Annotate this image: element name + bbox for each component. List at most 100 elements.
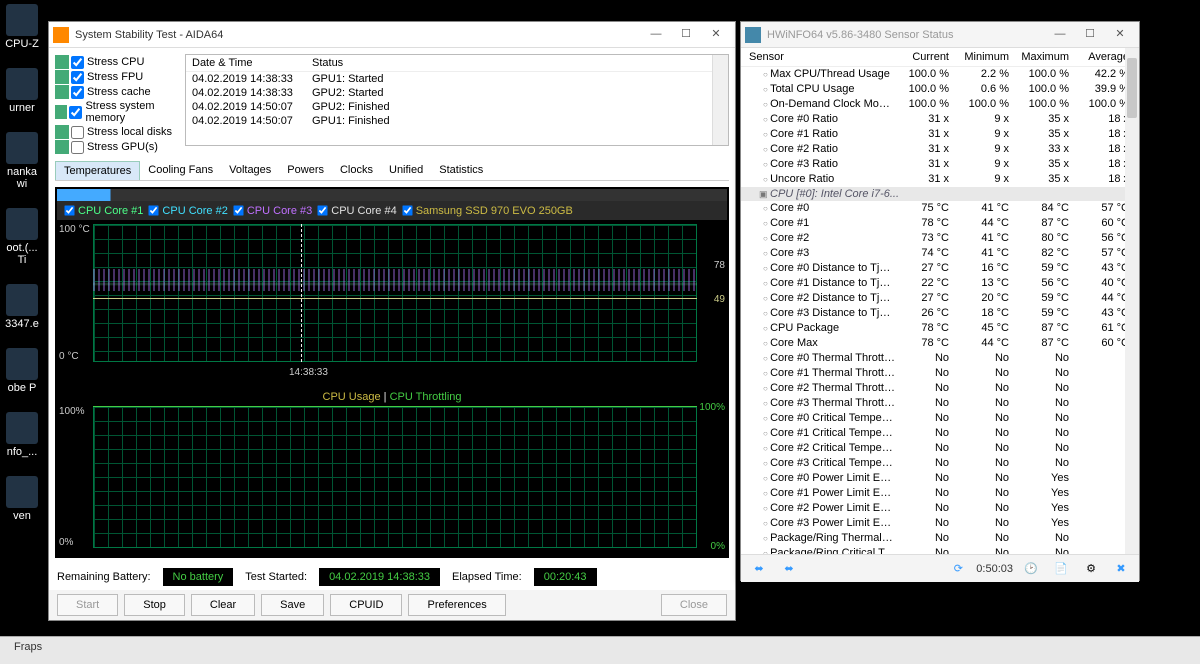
sensor-row[interactable]: Total CPU Usage100.0 %0.6 %100.0 %39.9 % <box>741 82 1139 97</box>
titlebar[interactable]: System Stability Test - AIDA64 — ☐ ✕ <box>49 22 735 48</box>
stop-button[interactable]: Stop <box>124 594 185 616</box>
sensor-row[interactable]: Core #1 Ratio31 x9 x35 x18 x <box>741 127 1139 142</box>
sensor-row[interactable]: Core #374 °C41 °C82 °C57 °C <box>741 246 1139 261</box>
clear-button[interactable]: Clear <box>191 594 255 616</box>
sensor-row[interactable]: Package/Ring Critical Te...NoNoNo <box>741 546 1139 554</box>
app-icon <box>745 27 761 43</box>
tab-cooling-fans[interactable]: Cooling Fans <box>140 161 221 180</box>
legend-core4-check[interactable] <box>318 205 328 215</box>
sensor-row[interactable]: On-Demand Clock Modula...100.0 %100.0 %1… <box>741 97 1139 112</box>
sensor-row[interactable]: Core #0 Power Limit Exc...NoNoYes <box>741 471 1139 486</box>
desktop-icon[interactable]: CPU-Z <box>2 4 42 50</box>
legend-core2-check[interactable] <box>149 205 159 215</box>
maximize-button[interactable]: ☐ <box>1075 25 1105 45</box>
sensor-row[interactable]: Core Max78 °C44 °C87 °C60 °C <box>741 336 1139 351</box>
sensor-row[interactable]: Core #3 Thermal ThrottlingNoNoNo <box>741 396 1139 411</box>
tab-powers[interactable]: Powers <box>279 161 332 180</box>
sensor-row[interactable]: Core #1 Distance to TjMAX22 °C13 °C56 °C… <box>741 276 1139 291</box>
desktop-icon[interactable]: oot.(... Ti <box>2 208 42 266</box>
battery-value: No battery <box>163 568 234 586</box>
stress-gpu-check[interactable] <box>71 141 84 154</box>
desktop-icon[interactable]: nanka wi <box>2 132 42 190</box>
sensor-row[interactable]: Core #273 °C41 °C80 °C56 °C <box>741 231 1139 246</box>
disk-icon <box>55 125 69 139</box>
sensor-row[interactable]: Core #3 Ratio31 x9 x35 x18 x <box>741 157 1139 172</box>
legend-ssd-check[interactable] <box>402 205 412 215</box>
legend-label: CPU Core #3 <box>247 205 312 217</box>
y-min: 0% <box>59 537 73 548</box>
settings-icon[interactable]: ⚙ <box>1079 557 1103 581</box>
tab-temperatures[interactable]: Temperatures <box>55 161 140 180</box>
stress-cpu-check[interactable] <box>71 56 84 69</box>
expand-icon[interactable]: ⬌ <box>747 557 771 581</box>
sensor-row[interactable]: Core #3 Critical Tempera...NoNoNo <box>741 456 1139 471</box>
legend-core3-check[interactable] <box>233 205 243 215</box>
titlebar[interactable]: HWiNFO64 v5.86-3480 Sensor Status — ☐ ✕ <box>741 22 1139 48</box>
sensor-row[interactable]: Core #0 Ratio31 x9 x35 x18 x <box>741 112 1139 127</box>
minimize-button[interactable]: — <box>641 25 671 45</box>
col-status[interactable]: Status <box>312 57 343 69</box>
desktop-icon[interactable]: nfo_... <box>2 412 42 458</box>
stress-disks-check[interactable] <box>71 126 84 139</box>
sensor-row[interactable]: Core #0 Thermal ThrottlingNoNoNo <box>741 351 1139 366</box>
sensor-row[interactable]: Core #3 Power Limit Exc...NoNoYes <box>741 516 1139 531</box>
scrollbar[interactable] <box>712 55 728 145</box>
sensor-row[interactable]: Core #0 Critical Tempera...NoNoNo <box>741 411 1139 426</box>
sensor-row[interactable]: Core #1 Thermal ThrottlingNoNoNo <box>741 366 1139 381</box>
taskbar-item[interactable]: Fraps <box>6 639 50 655</box>
cpuid-button[interactable]: CPUID <box>330 594 402 616</box>
sensor-row[interactable]: Core #2 Thermal ThrottlingNoNoNo <box>741 381 1139 396</box>
sensor-row[interactable]: CPU Package78 °C45 °C87 °C61 °C <box>741 321 1139 336</box>
close-button[interactable]: Close <box>661 594 727 616</box>
label: Stress cache <box>87 86 151 98</box>
preferences-button[interactable]: Preferences <box>408 594 505 616</box>
desktop-icon[interactable]: ven <box>2 476 42 522</box>
log-row[interactable]: 04.02.2019 14:38:33GPU2: Started <box>186 86 728 100</box>
sensor-row[interactable]: Package/Ring Thermal Th...NoNoNo <box>741 531 1139 546</box>
sensor-row[interactable]: Uncore Ratio31 x9 x35 x18 x <box>741 172 1139 187</box>
desktop-icon[interactable]: urner <box>2 68 42 114</box>
start-button[interactable]: Start <box>57 594 118 616</box>
log-row[interactable]: 04.02.2019 14:50:07GPU2: Finished <box>186 100 728 114</box>
log-row[interactable]: 04.02.2019 14:38:33GPU1: Started <box>186 72 728 86</box>
tab-clocks[interactable]: Clocks <box>332 161 381 180</box>
close-button[interactable]: ✕ <box>1105 25 1135 45</box>
tab-statistics[interactable]: Statistics <box>431 161 491 180</box>
collapse-icon[interactable]: ⬌ <box>777 557 801 581</box>
refresh-icon[interactable]: ⟳ <box>946 557 970 581</box>
sensor-row[interactable]: Core #2 Ratio31 x9 x33 x18 x <box>741 142 1139 157</box>
col-datetime[interactable]: Date & Time <box>192 57 312 69</box>
desktop-icon[interactable]: obe P <box>2 348 42 394</box>
sensor-group[interactable]: CPU [#0]: Intel Core i7-6... <box>741 187 1139 201</box>
legend-core1-check[interactable] <box>64 205 74 215</box>
tab-voltages[interactable]: Voltages <box>221 161 279 180</box>
scrollbar[interactable] <box>1125 48 1139 554</box>
desktop-icon[interactable]: 3347.e <box>2 284 42 330</box>
tab-unified[interactable]: Unified <box>381 161 431 180</box>
sensor-row[interactable]: Core #0 Distance to TjMAX27 °C16 °C59 °C… <box>741 261 1139 276</box>
taskbar[interactable]: Fraps <box>0 636 1200 664</box>
sensor-row[interactable]: Core #3 Distance to TjMAX26 °C18 °C59 °C… <box>741 306 1139 321</box>
log-icon[interactable]: 📄 <box>1049 557 1073 581</box>
sensor-row[interactable]: Core #2 Critical Tempera...NoNoNo <box>741 441 1139 456</box>
close-icon[interactable]: ✖ <box>1109 557 1133 581</box>
label: Stress system memory <box>85 100 185 124</box>
sensor-row[interactable]: Core #2 Distance to TjMAX27 °C20 °C59 °C… <box>741 291 1139 306</box>
sensor-row[interactable]: Core #1 Power Limit Exc...NoNoYes <box>741 486 1139 501</box>
sensor-row[interactable]: Core #178 °C44 °C87 °C60 °C <box>741 216 1139 231</box>
save-button[interactable]: Save <box>261 594 324 616</box>
log-row[interactable]: 04.02.2019 14:50:07GPU1: Finished <box>186 114 728 128</box>
stress-cache-check[interactable] <box>71 86 84 99</box>
sensor-row[interactable]: Core #075 °C41 °C84 °C57 °C <box>741 201 1139 216</box>
minimize-button[interactable]: — <box>1045 25 1075 45</box>
sensor-row[interactable]: Core #2 Power Limit Exc...NoNoYes <box>741 501 1139 516</box>
stress-fpu-check[interactable] <box>71 71 84 84</box>
table-header[interactable]: SensorCurrentMinimumMaximumAverage <box>741 48 1139 67</box>
sensor-row[interactable]: Max CPU/Thread Usage100.0 %2.2 %100.0 %4… <box>741 67 1139 82</box>
stress-mem-check[interactable] <box>69 106 82 119</box>
window-title: HWiNFO64 v5.86-3480 Sensor Status <box>767 29 1045 41</box>
sensor-row[interactable]: Core #1 Critical Tempera...NoNoNo <box>741 426 1139 441</box>
clock-icon[interactable]: 🕑 <box>1019 557 1043 581</box>
maximize-button[interactable]: ☐ <box>671 25 701 45</box>
close-button[interactable]: ✕ <box>701 25 731 45</box>
